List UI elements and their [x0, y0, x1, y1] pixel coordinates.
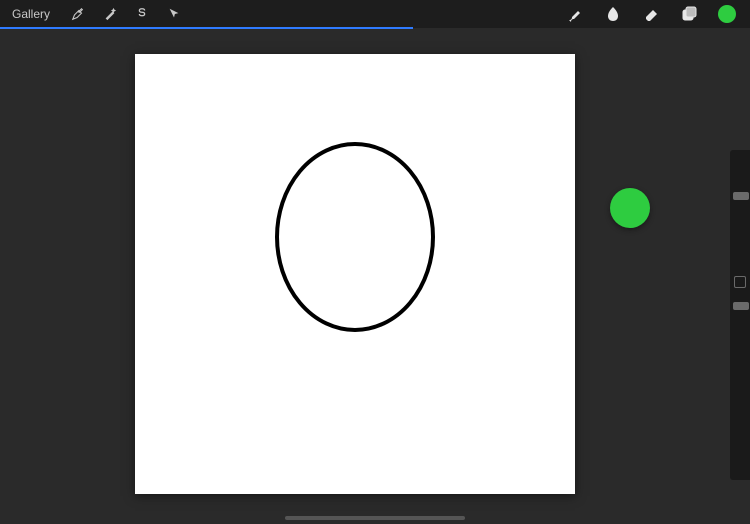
modify-button[interactable]: [734, 276, 746, 288]
canvas-drawing: [135, 54, 575, 494]
brush-size-thumb[interactable]: [733, 192, 749, 200]
color-drop-swatch[interactable]: [610, 188, 650, 228]
active-color-button[interactable]: [718, 5, 736, 23]
eraser-icon[interactable]: [642, 5, 660, 23]
transform-arrow-icon[interactable]: [166, 6, 182, 22]
workspace: [0, 28, 750, 524]
right-sidebar: [730, 150, 750, 480]
brush-icon[interactable]: [566, 5, 584, 23]
topbar-left-group: Gallery: [8, 6, 182, 22]
topbar-right-group: [566, 5, 742, 23]
opacity-thumb[interactable]: [733, 302, 749, 310]
drawn-ellipse: [277, 144, 433, 330]
gallery-button[interactable]: Gallery: [8, 7, 54, 21]
home-indicator: [285, 516, 465, 520]
opacity-slider[interactable]: [731, 294, 749, 414]
actions-wrench-icon[interactable]: [70, 6, 86, 22]
layers-icon[interactable]: [680, 5, 698, 23]
smudge-icon[interactable]: [604, 5, 622, 23]
adjustments-wand-icon[interactable]: [102, 6, 118, 22]
brush-size-slider[interactable]: [731, 150, 749, 270]
selection-s-icon[interactable]: [134, 6, 150, 22]
topbar: Gallery: [0, 0, 750, 28]
canvas[interactable]: [135, 54, 575, 494]
